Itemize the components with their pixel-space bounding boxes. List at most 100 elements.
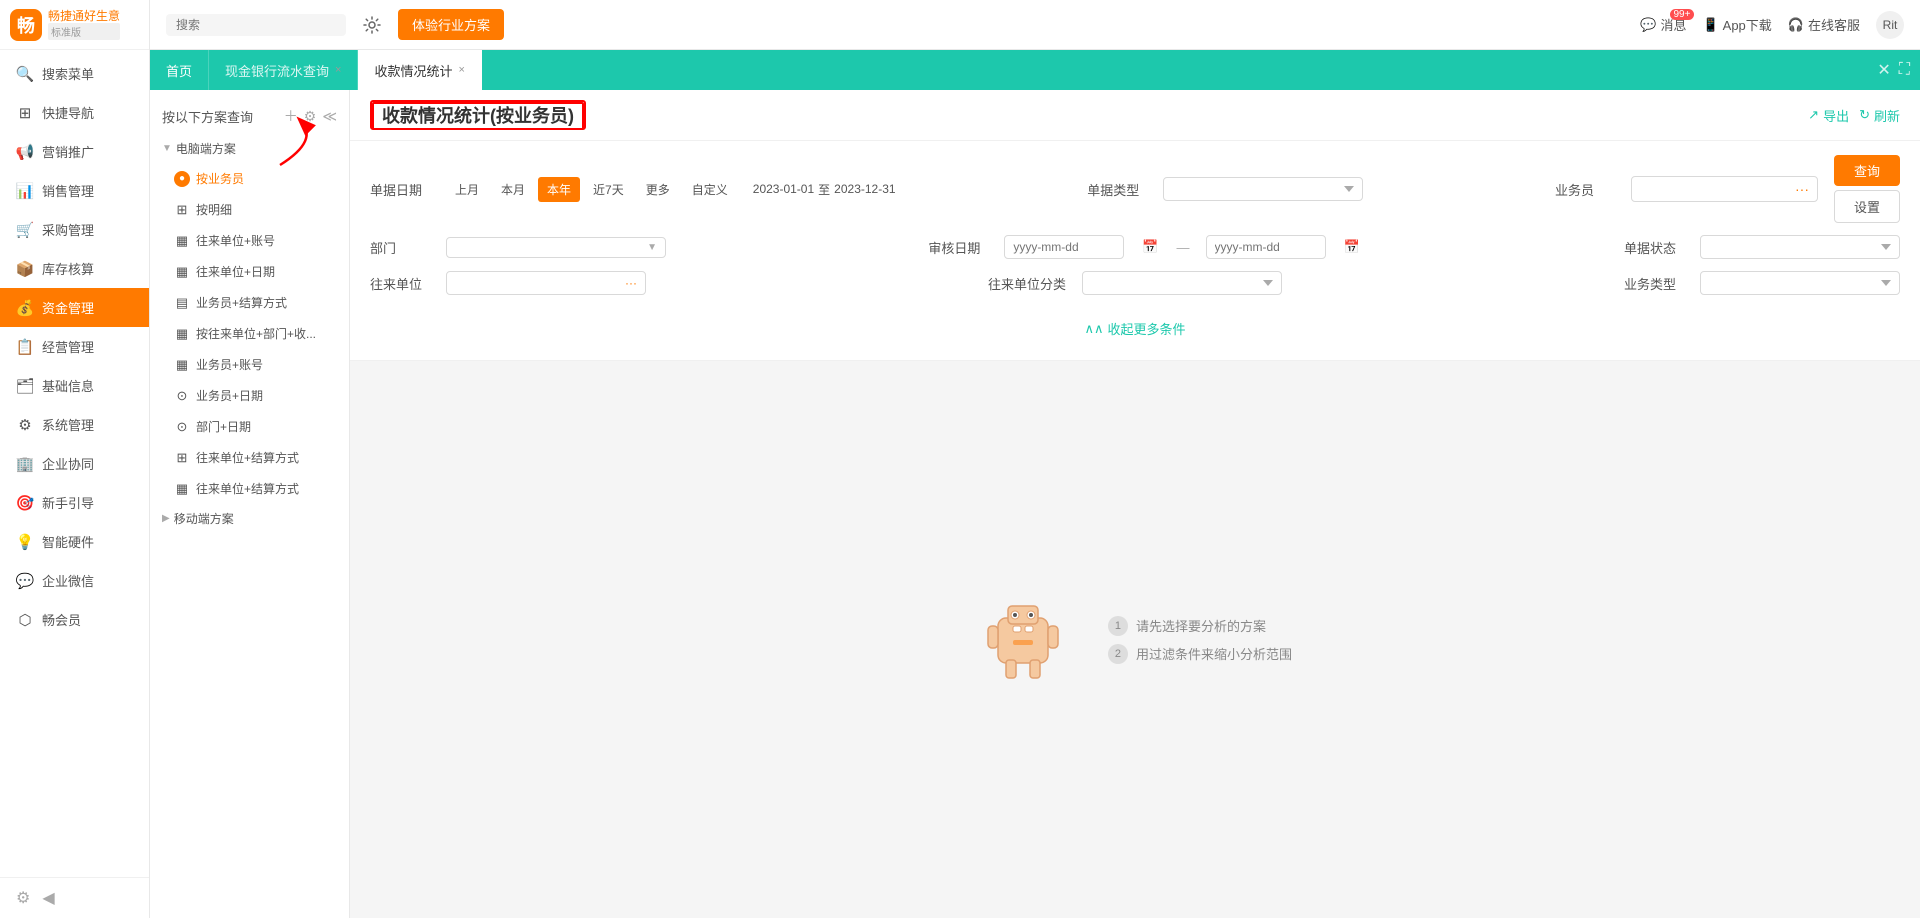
sidebar-item-warehouse[interactable]: 📦 库存核算 [0,249,149,288]
doc-type-select-wrapper [1163,177,1363,201]
sidebar-item-quick-nav[interactable]: ⊞ 快捷导航 [0,93,149,132]
doc-type-label: 单据类型 [1087,180,1147,199]
window-close-icon[interactable]: ✕ [1877,60,1890,80]
refresh-icon: ↻ [1859,107,1870,123]
sidebar-item-label: 销售管理 [42,181,94,200]
add-scheme-icon[interactable]: ＋ [284,106,298,126]
topbar-settings-icon[interactable] [358,11,386,39]
tree-item-salesman-account[interactable]: ▦ 业务员+账号 [150,349,349,380]
page-actions: ↗ 导出 ↻ 刷新 [1808,106,1900,125]
sidebar-item-member[interactable]: ⬡ 畅会员 [0,600,149,639]
date-tab-this-year[interactable]: 本年 [538,177,580,202]
tab-bank-flow[interactable]: 现金银行流水查询 × [209,50,358,90]
tree-item-counterpart-settle1[interactable]: ⊞ 往来单位+结算方式 [150,442,349,473]
sidebar-item-system[interactable]: ⚙ 系统管理 [0,405,149,444]
dept-label: 部门 [370,238,430,257]
tree-item-counterpart-account[interactable]: ▦ 往来单位+账号 [150,225,349,256]
sidebar-item-label: 采购管理 [42,220,94,239]
app-download-button[interactable]: 📱 App下载 [1702,15,1771,34]
table-icon5: ▦ [174,481,190,497]
tree-item-salesman-date[interactable]: ⊙ 业务员+日期 [150,380,349,411]
counterpart-filter[interactable]: ··· [446,271,646,295]
date-tab-last-month[interactable]: 上月 [446,177,488,202]
tab-home[interactable]: 首页 [150,50,209,90]
tree-item-counterpart-settle2[interactable]: ▦ 往来单位+结算方式 [150,473,349,504]
sidebar-item-label: 资金管理 [42,298,94,317]
left-panel: 按以下方案查询 ＋ ⚙ ≪ [150,90,350,918]
calendar-icon2[interactable]: 📅 [1344,239,1360,255]
collapse-sidebar-icon[interactable]: ◀ [42,888,54,908]
tab-bank-flow-close[interactable]: × [335,64,341,76]
tree-item-by-salesman[interactable]: ● 按业务员 [150,163,349,194]
sidebar-item-basic-info[interactable]: 🗂 基础信息 [0,366,149,405]
export-icon: ↗ [1808,107,1819,123]
doc-type-select[interactable] [1163,177,1363,201]
sidebar-item-search-menu[interactable]: 🔍 搜索菜单 [0,54,149,93]
folder-icon: 🗂 [16,377,34,395]
desktop-section-title[interactable]: ▼ 电脑端方案 [150,134,349,163]
date-to: 2023-12-31 [834,182,895,196]
page-header: 收款情况统计(按业务员) ↗ 导出 ↻ 刷新 [350,90,1920,141]
table-icon2: ▦ [174,264,190,280]
export-button[interactable]: ↗ 导出 [1808,106,1849,125]
sidebar-item-label: 经营管理 [42,337,94,356]
page-title: 收款情况统计(按业务员) [372,102,584,130]
sidebar-item-guide[interactable]: 🎯 新手引导 [0,483,149,522]
message-badge: 99+ [1670,9,1695,20]
sidebar-item-finance[interactable]: 💰 资金管理 [0,288,149,327]
date-tab-this-month[interactable]: 本月 [492,177,534,202]
sidebar-item-sales[interactable]: 📊 销售管理 [0,171,149,210]
settings-bottom-icon[interactable]: ⚙ [16,888,30,908]
sidebar-item-label: 搜索菜单 [42,64,94,83]
trial-button[interactable]: 体验行业方案 [398,9,504,40]
salesman-more-icon[interactable]: ··· [1795,181,1809,197]
message-button[interactable]: 💬 消息 99+ [1640,15,1686,34]
top-bar: 体验行业方案 💬 消息 99+ 📱 App下载 🎧 在线客服 Rit [150,0,1920,50]
tree-item-dept-date[interactable]: ⊙ 部门+日期 [150,411,349,442]
sidebar-item-marketing[interactable]: 📢 营销推广 [0,132,149,171]
date-tab-custom[interactable]: 自定义 [683,177,737,202]
sidebar-item-smart-hw[interactable]: 💡 智能硬件 [0,522,149,561]
counterpart-category-label: 往来单位分类 [988,274,1066,293]
filter-area: 单据日期 上月 本月 本年 近7天 更多 自定义 2023-01-01 至 [350,141,1920,361]
counterpart-more-icon[interactable]: ··· [625,276,637,290]
window-expand-icon[interactable]: ⛶ [1899,61,1910,79]
tree-item-salesman-settle[interactable]: ▤ 业务员+结算方式 [150,287,349,318]
cart-icon: 🛒 [16,221,34,239]
review-date-to[interactable] [1206,235,1326,259]
date-tab-7days[interactable]: 近7天 [584,177,633,202]
sidebar: 畅 畅捷通好生意 标准版 🔍 搜索菜单 ⊞ 快捷导航 📢 营销推广 📊 [0,0,150,918]
counterpart-category-select[interactable] [1082,271,1282,295]
salesman-input[interactable] [1640,182,1795,196]
business-type-label: 业务类型 [1624,274,1684,293]
settings-scheme-icon[interactable]: ⚙ [304,108,317,125]
sidebar-item-wechat[interactable]: 💬 企业微信 [0,561,149,600]
edition-tag: 标准版 [48,23,120,40]
tree-item-by-unit-dept[interactable]: ▦ 按往来单位+部门+收... [150,318,349,349]
building-icon: 🏢 [16,455,34,473]
collapse-panel-icon[interactable]: ≪ [322,108,337,125]
business-type-select[interactable] [1700,271,1900,295]
collapse-filter-button[interactable]: ∧∧ 收起更多条件 [1084,319,1185,338]
search-menu-input[interactable] [166,14,346,36]
setup-button[interactable]: 设置 [1834,190,1900,223]
sidebar-item-operation[interactable]: 📋 经营管理 [0,327,149,366]
sidebar-item-enterprise[interactable]: 🏢 企业协同 [0,444,149,483]
refresh-button[interactable]: ↻ 刷新 [1859,106,1900,125]
tree-item-counterpart-date[interactable]: ▦ 往来单位+日期 [150,256,349,287]
query-button[interactable]: 查询 [1834,155,1900,186]
tree-item-by-detail[interactable]: ⊞ 按明细 [150,194,349,225]
tab-bar: 首页 现金银行流水查询 × 收款情况统计 × ✕ ⛶ [150,50,1920,90]
review-date-from[interactable] [1004,235,1124,259]
doc-status-select[interactable] [1700,235,1900,259]
sidebar-item-purchase[interactable]: 🛒 采购管理 [0,210,149,249]
calendar-icon1[interactable]: 📅 [1142,239,1158,255]
tab-collection-stat[interactable]: 收款情况统计 × [358,50,481,90]
online-service-button[interactable]: 🎧 在线客服 [1788,15,1860,34]
dept-filter[interactable]: ▼ [446,237,666,258]
mobile-section-title[interactable]: ▶ 移动端方案 [150,504,349,533]
user-avatar[interactable]: Rit [1876,11,1904,39]
date-tab-more[interactable]: 更多 [637,177,679,202]
brand-name: 畅捷通好生意 [48,9,120,23]
tab-collection-stat-close[interactable]: × [458,64,464,76]
